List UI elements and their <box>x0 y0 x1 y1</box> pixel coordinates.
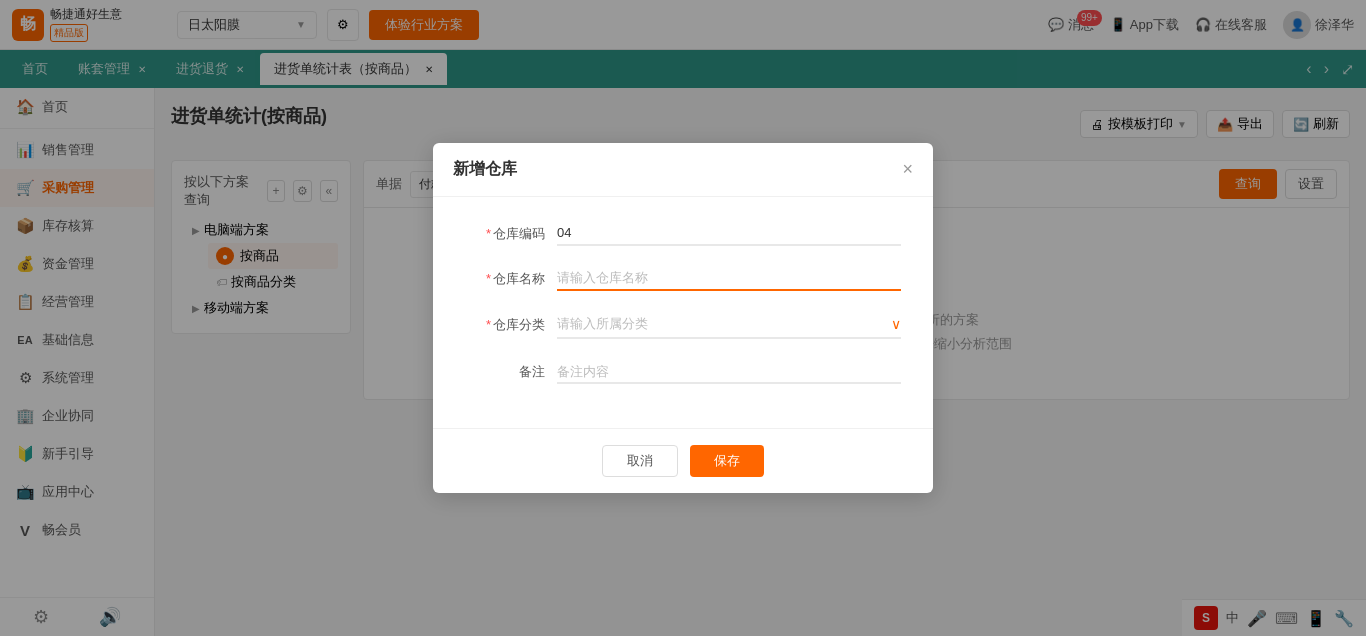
form-row-code: *仓库编码 <box>465 221 901 246</box>
name-input[interactable] <box>557 266 901 291</box>
required-mark-name: * <box>486 271 491 286</box>
modal-footer: 取消 保存 <box>433 428 933 493</box>
modal-title: 新增仓库 <box>453 159 517 180</box>
remark-label: 备注 <box>465 363 545 381</box>
code-label: *仓库编码 <box>465 225 545 243</box>
category-select[interactable]: 请输入所属分类 ∨ <box>557 311 901 339</box>
modal-close-button[interactable]: × <box>902 159 913 180</box>
modal-overlay[interactable]: 新增仓库 × *仓库编码 *仓库名称 *仓库分类 <box>0 0 1366 636</box>
modal-new-warehouse: 新增仓库 × *仓库编码 *仓库名称 *仓库分类 <box>433 143 933 493</box>
category-placeholder: 请输入所属分类 <box>557 315 648 333</box>
save-button[interactable]: 保存 <box>690 445 764 477</box>
required-mark-code: * <box>486 226 491 241</box>
required-mark-category: * <box>486 317 491 332</box>
form-row-name: *仓库名称 <box>465 266 901 291</box>
name-label: *仓库名称 <box>465 270 545 288</box>
modal-header: 新增仓库 × <box>433 143 933 197</box>
category-dropdown-icon: ∨ <box>891 316 901 332</box>
category-label: *仓库分类 <box>465 316 545 334</box>
modal-body: *仓库编码 *仓库名称 *仓库分类 请输入所属分类 ∨ <box>433 197 933 428</box>
form-row-remark: 备注 <box>465 359 901 384</box>
remark-input[interactable] <box>557 359 901 384</box>
cancel-button[interactable]: 取消 <box>602 445 678 477</box>
code-input[interactable] <box>557 221 901 246</box>
form-row-category: *仓库分类 请输入所属分类 ∨ <box>465 311 901 339</box>
